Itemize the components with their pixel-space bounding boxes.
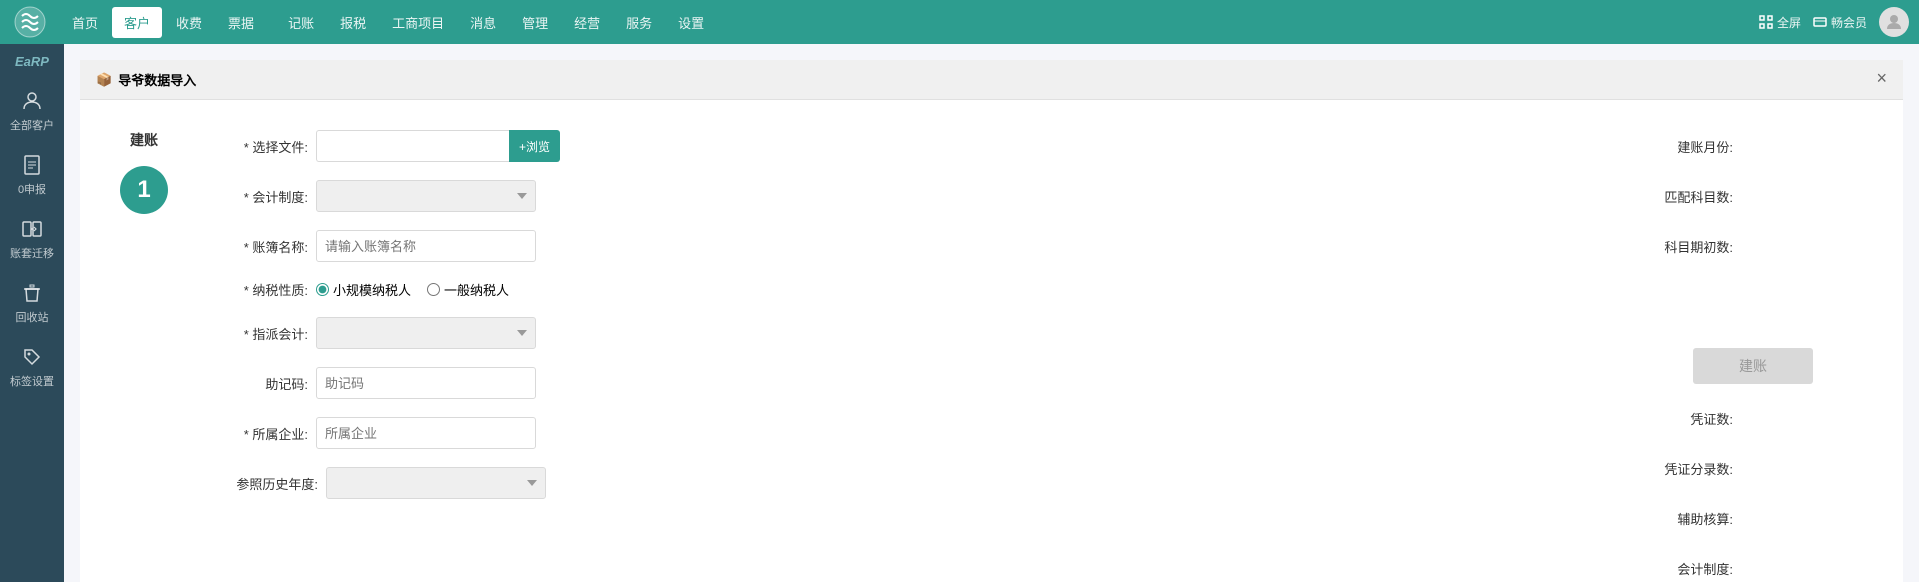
file-input-wrap: +浏览 — [316, 130, 536, 162]
main-layout: EaRP 全部客户 0申报 账套迁移 回收站 — [0, 44, 1919, 582]
content-area: 📦 导爷数据导入 × 建账 1 * 选择文件: — [64, 44, 1919, 582]
tax-small-radio-input[interactable] — [316, 283, 329, 296]
nav-manage[interactable]: 管理 — [510, 7, 560, 38]
file-input[interactable] — [316, 130, 509, 162]
vip-label: 畅会员 — [1831, 14, 1867, 31]
trash-icon — [20, 281, 44, 305]
sidebar-label-recycle: 回收站 — [16, 309, 49, 325]
info-section: 建账月份: 匹配科目数: 科目期初数: 建账 — [1643, 130, 1863, 582]
nav-billing[interactable]: 收费 — [164, 7, 214, 38]
nav-right: 全屏 畅会员 — [1759, 7, 1909, 37]
match-subjects-row: 匹配科目数: — [1643, 180, 1863, 212]
nav-home[interactable]: 首页 — [60, 7, 110, 38]
logo[interactable] — [10, 2, 50, 42]
auxiliary-row: 辅助核算: — [1643, 502, 1863, 534]
accounting-system-info-row: 会计制度: — [1643, 552, 1863, 582]
dialog-card: 📦 导爷数据导入 × 建账 1 * 选择文件: — [80, 60, 1903, 582]
tax-general-radio-input[interactable] — [427, 283, 440, 296]
step-label: 建账 — [130, 130, 158, 150]
nav-customer[interactable]: 客户 — [112, 7, 162, 38]
declaration-icon — [20, 153, 44, 177]
ledger-name-row: * 账簿名称: — [228, 230, 1583, 262]
tax-small-label: 小规模纳税人 — [333, 280, 411, 299]
memo-input[interactable] — [316, 367, 536, 399]
file-label: * 选择文件: — [228, 137, 308, 156]
company-row: * 所属企业: — [228, 417, 1583, 449]
memo-label: 助记码: — [228, 374, 308, 393]
build-account-button[interactable]: 建账 — [1693, 348, 1813, 384]
tax-general-radio[interactable]: 一般纳税人 — [427, 280, 509, 299]
accountant-label: * 指派会计: — [228, 324, 308, 343]
sidebar-label-all-customers: 全部客户 — [10, 117, 54, 133]
nav-settings[interactable]: 设置 — [666, 7, 716, 38]
earp-logo-text: EaRP — [15, 54, 49, 69]
sidebar-label-declaration: 0申报 — [18, 181, 46, 197]
sidebar: EaRP 全部客户 0申报 账套迁移 回收站 — [0, 44, 64, 582]
build-btn-container: 建账 — [1643, 288, 1863, 384]
subject-opening-row: 科目期初数: — [1643, 230, 1863, 262]
subject-opening-label: 科目期初数: — [1643, 237, 1733, 256]
accounting-system-label: * 会计制度: — [228, 187, 308, 206]
step-circle: 1 — [120, 166, 168, 214]
top-nav: 首页 客户 收费 票据 记账 报税 工商项目 消息 管理 经营 服务 设置 全屏… — [0, 0, 1919, 44]
match-subjects-label: 匹配科目数: — [1643, 187, 1733, 206]
sidebar-item-account-migration[interactable]: 账套迁移 — [0, 209, 64, 269]
company-label: * 所属企业: — [228, 424, 308, 443]
company-input[interactable] — [316, 417, 536, 449]
nav-accounts[interactable]: 记账 — [276, 7, 326, 38]
nav-industry[interactable]: 工商项目 — [380, 7, 456, 38]
migration-icon — [20, 217, 44, 241]
vip-button[interactable]: 畅会员 — [1813, 14, 1867, 31]
accountant-row: * 指派会计: — [228, 317, 1583, 349]
import-icon: 📦 — [96, 72, 112, 88]
nav-items: 首页 客户 收费 票据 记账 报税 工商项目 消息 管理 经营 服务 设置 — [60, 7, 1759, 38]
tax-general-label: 一般纳税人 — [444, 280, 509, 299]
fullscreen-label: 全屏 — [1777, 14, 1801, 31]
browse-button[interactable]: +浏览 — [509, 130, 560, 162]
accounting-system-info-label: 会计制度: — [1643, 559, 1733, 578]
nav-operation[interactable]: 经营 — [562, 7, 612, 38]
tax-type-row: * 纳税性质: 小规模纳税人 一般纳税人 — [228, 280, 1583, 299]
memo-row: 助记码: — [228, 367, 1583, 399]
step-section: 建账 1 — [120, 130, 168, 582]
sidebar-item-all-customers[interactable]: 全部客户 — [0, 81, 64, 141]
accounting-system-row: * 会计制度: — [228, 180, 1583, 212]
accountant-select[interactable] — [316, 317, 536, 349]
tax-small-radio[interactable]: 小规模纳税人 — [316, 280, 411, 299]
accounting-system-select[interactable] — [316, 180, 536, 212]
nav-invoice[interactable]: 票据 — [216, 7, 274, 38]
history-year-row: 参照历史年度: — [228, 467, 1583, 499]
nav-message[interactable]: 消息 — [458, 7, 508, 38]
ledger-name-label: * 账簿名称: — [228, 237, 308, 256]
file-row: * 选择文件: +浏览 — [228, 130, 1583, 162]
sidebar-label-account-migration: 账套迁移 — [10, 245, 54, 261]
nav-service[interactable]: 服务 — [614, 7, 664, 38]
history-year-label: 参照历史年度: — [228, 474, 318, 493]
sidebar-label-tag-settings: 标签设置 — [10, 373, 54, 389]
avatar[interactable] — [1879, 7, 1909, 37]
dialog-header: 📦 导爷数据导入 × — [80, 60, 1903, 100]
voucher-count-row: 凭证数: — [1643, 402, 1863, 434]
person-icon — [20, 89, 44, 113]
sidebar-item-recycle[interactable]: 回收站 — [0, 273, 64, 333]
voucher-entries-label: 凭证分录数: — [1643, 459, 1733, 478]
voucher-count-label: 凭证数: — [1643, 409, 1733, 428]
form-section: * 选择文件: +浏览 * 会计制度: — [228, 130, 1583, 582]
ledger-name-input[interactable] — [316, 230, 536, 262]
sidebar-item-declaration[interactable]: 0申报 — [0, 145, 64, 205]
nav-tax[interactable]: 报税 — [328, 7, 378, 38]
voucher-entries-row: 凭证分录数: — [1643, 452, 1863, 484]
dialog-body: 建账 1 * 选择文件: +浏览 * 会计制度: — [80, 100, 1903, 582]
fullscreen-button[interactable]: 全屏 — [1759, 14, 1801, 31]
auxiliary-label: 辅助核算: — [1643, 509, 1733, 528]
dialog-title: 导爷数据导入 — [118, 70, 196, 89]
tag-icon — [20, 345, 44, 369]
dialog-close-button[interactable]: × — [1876, 68, 1887, 89]
tax-type-label: * 纳税性质: — [228, 280, 308, 299]
sidebar-item-tag-settings[interactable]: 标签设置 — [0, 337, 64, 397]
history-year-select[interactable] — [326, 467, 546, 499]
account-month-row: 建账月份: — [1643, 130, 1863, 162]
tax-type-radio-group: 小规模纳税人 一般纳税人 — [316, 280, 1583, 299]
account-month-label: 建账月份: — [1643, 137, 1733, 156]
